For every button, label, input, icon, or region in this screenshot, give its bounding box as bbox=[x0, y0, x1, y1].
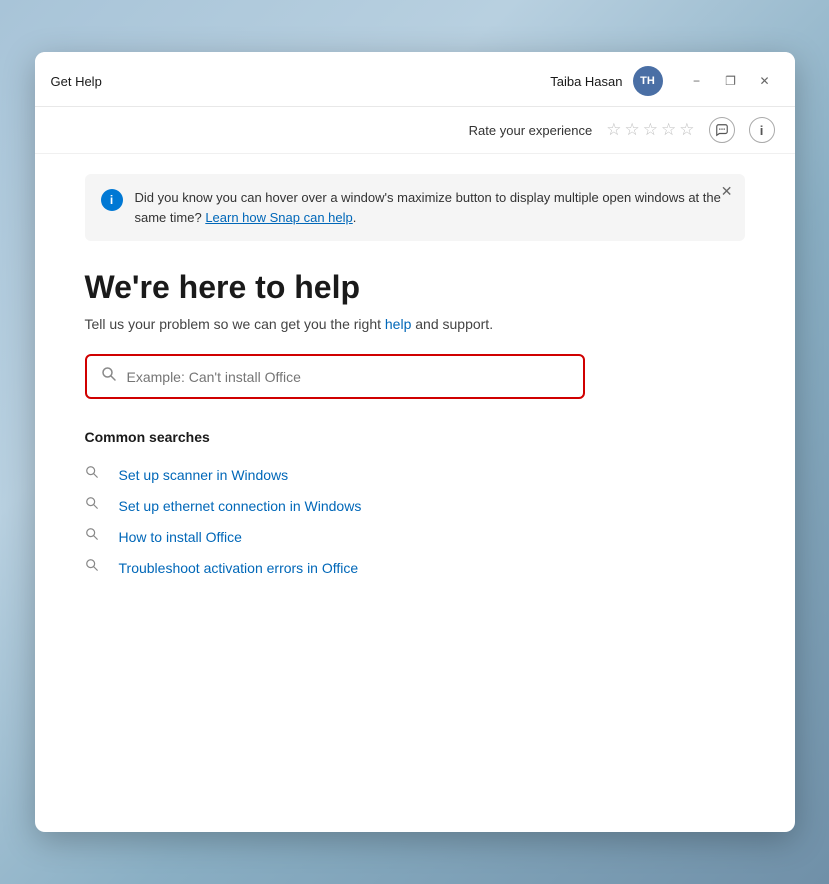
star-rating[interactable]: ☆ ☆ ☆ ☆ ☆ bbox=[606, 120, 694, 140]
banner-info-icon: i bbox=[101, 189, 123, 211]
close-button[interactable]: ✕ bbox=[751, 71, 779, 91]
star-3[interactable]: ☆ bbox=[643, 120, 658, 140]
user-name: Taiba Hasan bbox=[550, 74, 622, 89]
common-searches-heading: Common searches bbox=[85, 429, 745, 445]
list-item[interactable]: Set up scanner in Windows bbox=[85, 459, 745, 490]
maximize-button[interactable]: ❐ bbox=[717, 71, 745, 91]
search-item-label: Set up scanner in Windows bbox=[119, 467, 289, 483]
info-icon[interactable]: i bbox=[749, 117, 775, 143]
subtitle: Tell us your problem so we can get you t… bbox=[85, 316, 745, 332]
minimize-button[interactable]: − bbox=[683, 71, 711, 91]
search-item-label: Troubleshoot activation errors in Office bbox=[119, 560, 359, 576]
star-1[interactable]: ☆ bbox=[606, 120, 621, 140]
page-title: We're here to help bbox=[85, 269, 745, 306]
search-icon bbox=[85, 558, 99, 577]
search-icon bbox=[85, 527, 99, 546]
list-item[interactable]: Set up ethernet connection in Windows bbox=[85, 490, 745, 521]
search-icon bbox=[101, 366, 117, 387]
title-bar-right: Taiba Hasan TH − ❐ ✕ bbox=[550, 66, 778, 96]
snap-help-link[interactable]: Learn how Snap can help bbox=[205, 210, 352, 225]
search-item-label: Set up ethernet connection in Windows bbox=[119, 498, 362, 514]
feedback-icon[interactable] bbox=[709, 117, 735, 143]
list-item[interactable]: How to install Office bbox=[85, 521, 745, 552]
toolbar: Rate your experience ☆ ☆ ☆ ☆ ☆ i bbox=[35, 107, 795, 154]
search-item-label: How to install Office bbox=[119, 529, 242, 545]
search-input[interactable] bbox=[127, 369, 569, 385]
window-controls: − ❐ ✕ bbox=[683, 71, 779, 91]
banner-text: Did you know you can hover over a window… bbox=[135, 188, 729, 227]
search-icon bbox=[85, 465, 99, 484]
rate-label: Rate your experience bbox=[469, 123, 593, 138]
main-content: i Did you know you can hover over a wind… bbox=[35, 154, 795, 832]
search-box[interactable] bbox=[85, 354, 585, 399]
star-4[interactable]: ☆ bbox=[661, 120, 676, 140]
star-2[interactable]: ☆ bbox=[625, 120, 640, 140]
app-window: Get Help Taiba Hasan TH − ❐ ✕ Rate your … bbox=[35, 52, 795, 832]
search-icon bbox=[85, 496, 99, 515]
title-bar: Get Help Taiba Hasan TH − ❐ ✕ bbox=[35, 52, 795, 107]
info-banner: i Did you know you can hover over a wind… bbox=[85, 174, 745, 241]
app-title: Get Help bbox=[51, 74, 102, 89]
star-5[interactable]: ☆ bbox=[679, 120, 694, 140]
common-searches-section: Common searches Set up scanner in Window… bbox=[85, 429, 745, 583]
avatar[interactable]: TH bbox=[633, 66, 663, 96]
banner-close-button[interactable]: ✕ bbox=[721, 184, 733, 198]
list-item[interactable]: Troubleshoot activation errors in Office bbox=[85, 552, 745, 583]
